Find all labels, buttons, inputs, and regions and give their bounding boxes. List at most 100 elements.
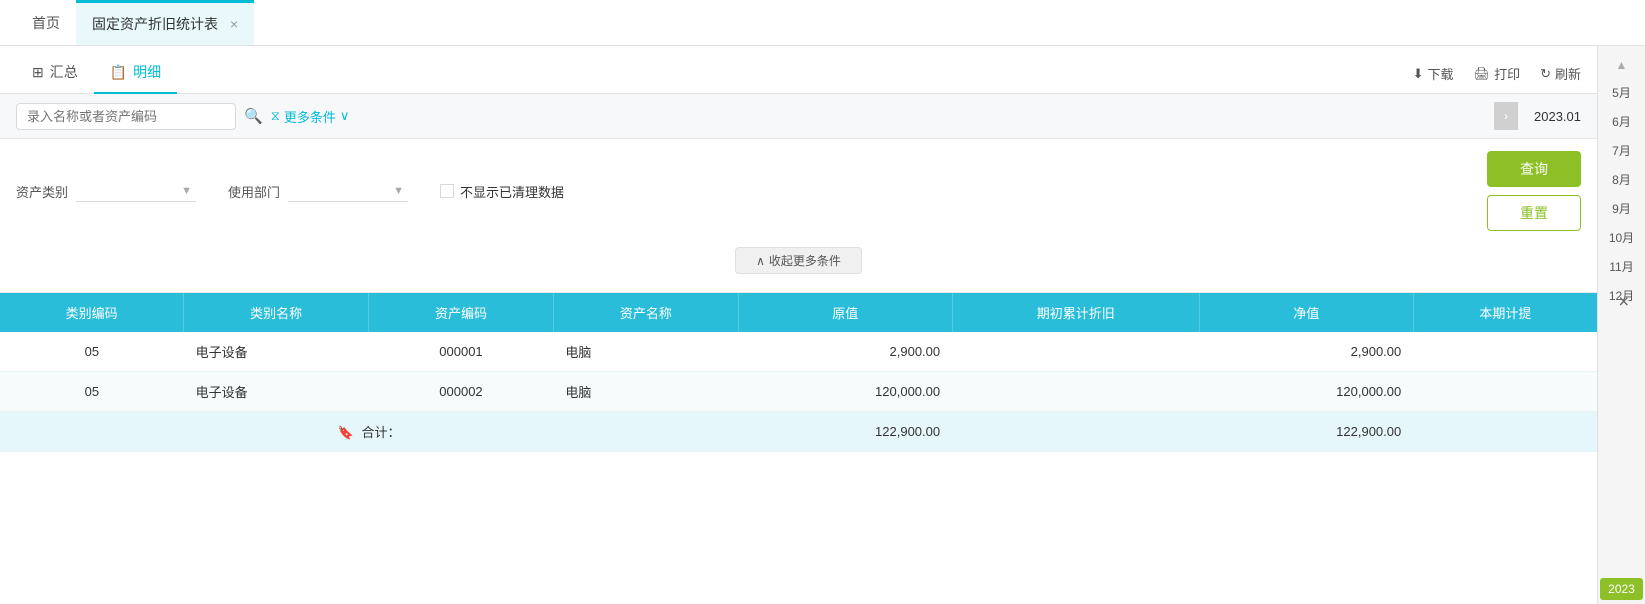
main-panel: ⊞ 汇总 📋 明细 ⬇ 下载 🖨 打印 ↻ 刷新	[0, 46, 1597, 604]
summary-icon: ⊞	[32, 64, 44, 81]
sidebar-month-item[interactable]: 7月	[1605, 136, 1638, 165]
window-close-btn[interactable]: ×	[1618, 292, 1629, 313]
filter-bar: 🔍 ⧖ 更多条件 ∨ › 2023.01	[0, 94, 1597, 139]
col-original-value: 原值	[738, 293, 952, 332]
content-area: ⊞ 汇总 📋 明细 ⬇ 下载 🖨 打印 ↻ 刷新	[0, 46, 1645, 604]
col-current-period: 本期计提	[1413, 293, 1597, 332]
year-badge: 2023	[1600, 578, 1642, 600]
cell-asset-name: 电脑	[553, 332, 738, 372]
table-row: 05 电子设备 000001 电脑 2,900.00 2,900.00	[0, 332, 1597, 372]
collapse-bar: ∧ 收起更多条件	[16, 241, 1581, 280]
cell-original-value: 2,900.00	[738, 332, 952, 372]
asset-category-select[interactable]	[76, 180, 196, 202]
tab-detail[interactable]: 📋 明细	[94, 52, 177, 94]
total-label: 合计：	[362, 425, 401, 440]
table-header-row: 类别编码 类别名称 资产编码 资产名称 原值 期初累计折旧 净值 本期计提	[0, 293, 1597, 332]
home-tab[interactable]: 首页	[16, 0, 76, 45]
cell-net-value: 2,900.00	[1199, 332, 1413, 372]
sidebar-month-item[interactable]: 9月	[1605, 194, 1638, 223]
tab-summary-label: 汇总	[50, 62, 78, 82]
table-total-row: 🔖 合计： 122,900.00 122,900.00	[0, 412, 1597, 452]
cell-original-value: 120,000.00	[738, 372, 952, 412]
tab-close-btn[interactable]: ×	[230, 16, 238, 32]
print-btn[interactable]: 🖨 打印	[1474, 64, 1521, 83]
asset-category-select-wrapper: ▼	[76, 180, 196, 202]
search-input[interactable]	[16, 103, 236, 130]
total-original-value: 122,900.00	[738, 412, 952, 452]
reset-button[interactable]: 重置	[1487, 195, 1581, 231]
detail-icon: 📋	[110, 64, 127, 81]
download-btn[interactable]: ⬇ 下载	[1413, 64, 1454, 83]
table-wrapper: 类别编码 类别名称 资产编码 资产名称 原值 期初累计折旧 净值 本期计提 05…	[0, 293, 1597, 604]
hide-cleared-checkbox[interactable]	[440, 184, 454, 198]
total-current-period	[1413, 412, 1597, 452]
total-label-cell: 🔖 合计：	[0, 412, 738, 452]
collapse-button[interactable]: ∧ 收起更多条件	[735, 247, 862, 274]
use-department-field: 使用部门 ▼	[228, 180, 408, 202]
date-nav-arrow[interactable]: ›	[1494, 102, 1518, 130]
date-display: 2023.01	[1534, 109, 1581, 124]
chevron-down-icon: ∨	[340, 108, 350, 124]
top-nav: 首页 固定资产折旧统计表 × ×	[0, 0, 1645, 46]
tab-label: 固定资产折旧统计表	[92, 14, 218, 34]
cell-accum-depreciation	[952, 332, 1199, 372]
sidebar-scroll-up-icon[interactable]: ▲	[1612, 54, 1632, 76]
use-department-select[interactable]	[288, 180, 408, 202]
hide-cleared-field: 不显示已清理数据	[440, 182, 564, 201]
more-filter-btn[interactable]: ⧖ 更多条件 ∨	[271, 107, 350, 126]
tab-detail-label: 明细	[133, 62, 161, 82]
cell-current-period	[1413, 372, 1597, 412]
cell-category-code: 05	[0, 332, 184, 372]
cell-category-code: 05	[0, 372, 184, 412]
collapse-label: 收起更多条件	[769, 252, 841, 269]
cell-current-period	[1413, 332, 1597, 372]
extended-filter-panel: 资产类别 ▼ 使用部门 ▼	[0, 139, 1597, 293]
total-accum-depreciation	[952, 412, 1199, 452]
query-button[interactable]: 查询	[1487, 151, 1581, 187]
col-category-code: 类别编码	[0, 293, 184, 332]
print-label: 打印	[1494, 64, 1520, 83]
col-asset-name: 资产名称	[553, 293, 738, 332]
asset-category-label: 资产类别	[16, 182, 68, 201]
sub-tabs-bar: ⊞ 汇总 📋 明细 ⬇ 下载 🖨 打印 ↻ 刷新	[0, 46, 1597, 94]
refresh-icon: ↻	[1540, 66, 1551, 82]
cell-category-name: 电子设备	[184, 372, 369, 412]
col-asset-code: 资产编码	[369, 293, 554, 332]
table-row: 05 电子设备 000002 电脑 120,000.00 120,000.00	[0, 372, 1597, 412]
chevron-up-icon: ∧	[756, 254, 765, 268]
cell-category-name: 电子设备	[184, 332, 369, 372]
active-tab[interactable]: 固定资产折旧统计表 ×	[76, 0, 254, 45]
col-category-name: 类别名称	[184, 293, 369, 332]
hide-cleared-label: 不显示已清理数据	[460, 182, 564, 201]
sidebar-month-item[interactable]: 8月	[1605, 165, 1638, 194]
search-icon[interactable]: 🔍	[244, 107, 263, 125]
right-sidebar: ▲ 5月6月7月8月9月10月11月12月 2023	[1597, 46, 1645, 604]
asset-category-field: 资产类别 ▼	[16, 180, 196, 202]
sidebar-month-item[interactable]: 5月	[1605, 78, 1638, 107]
col-accum-depreciation: 期初累计折旧	[952, 293, 1199, 332]
sidebar-month-item[interactable]: 11月	[1605, 252, 1638, 281]
cell-net-value: 120,000.00	[1199, 372, 1413, 412]
download-label: 下载	[1428, 64, 1454, 83]
col-net-value: 净值	[1199, 293, 1413, 332]
cell-asset-name: 电脑	[553, 372, 738, 412]
use-department-label: 使用部门	[228, 182, 280, 201]
action-buttons: 查询 重置	[1487, 151, 1581, 231]
total-icon: 🔖	[338, 425, 354, 440]
data-table: 类别编码 类别名称 资产编码 资产名称 原值 期初累计折旧 净值 本期计提 05…	[0, 293, 1597, 452]
print-icon: 🖨	[1474, 66, 1491, 82]
filter-icon: ⧖	[271, 108, 280, 124]
total-net-value: 122,900.00	[1199, 412, 1413, 452]
cell-asset-code: 000002	[369, 372, 554, 412]
refresh-btn[interactable]: ↻ 刷新	[1540, 64, 1581, 83]
sidebar-month-item[interactable]: 6月	[1605, 107, 1638, 136]
download-icon: ⬇	[1413, 66, 1424, 82]
use-department-select-wrapper: ▼	[288, 180, 408, 202]
refresh-label: 刷新	[1555, 64, 1581, 83]
tab-summary[interactable]: ⊞ 汇总	[16, 52, 94, 94]
sidebar-month-item[interactable]: 10月	[1605, 223, 1638, 252]
toolbar-right: ⬇ 下载 🖨 打印 ↻ 刷新	[1413, 64, 1581, 83]
more-filter-label: 更多条件	[284, 107, 336, 126]
sidebar-months: 5月6月7月8月9月10月11月12月	[1605, 78, 1638, 310]
filter-row-1: 资产类别 ▼ 使用部门 ▼	[16, 151, 1581, 231]
